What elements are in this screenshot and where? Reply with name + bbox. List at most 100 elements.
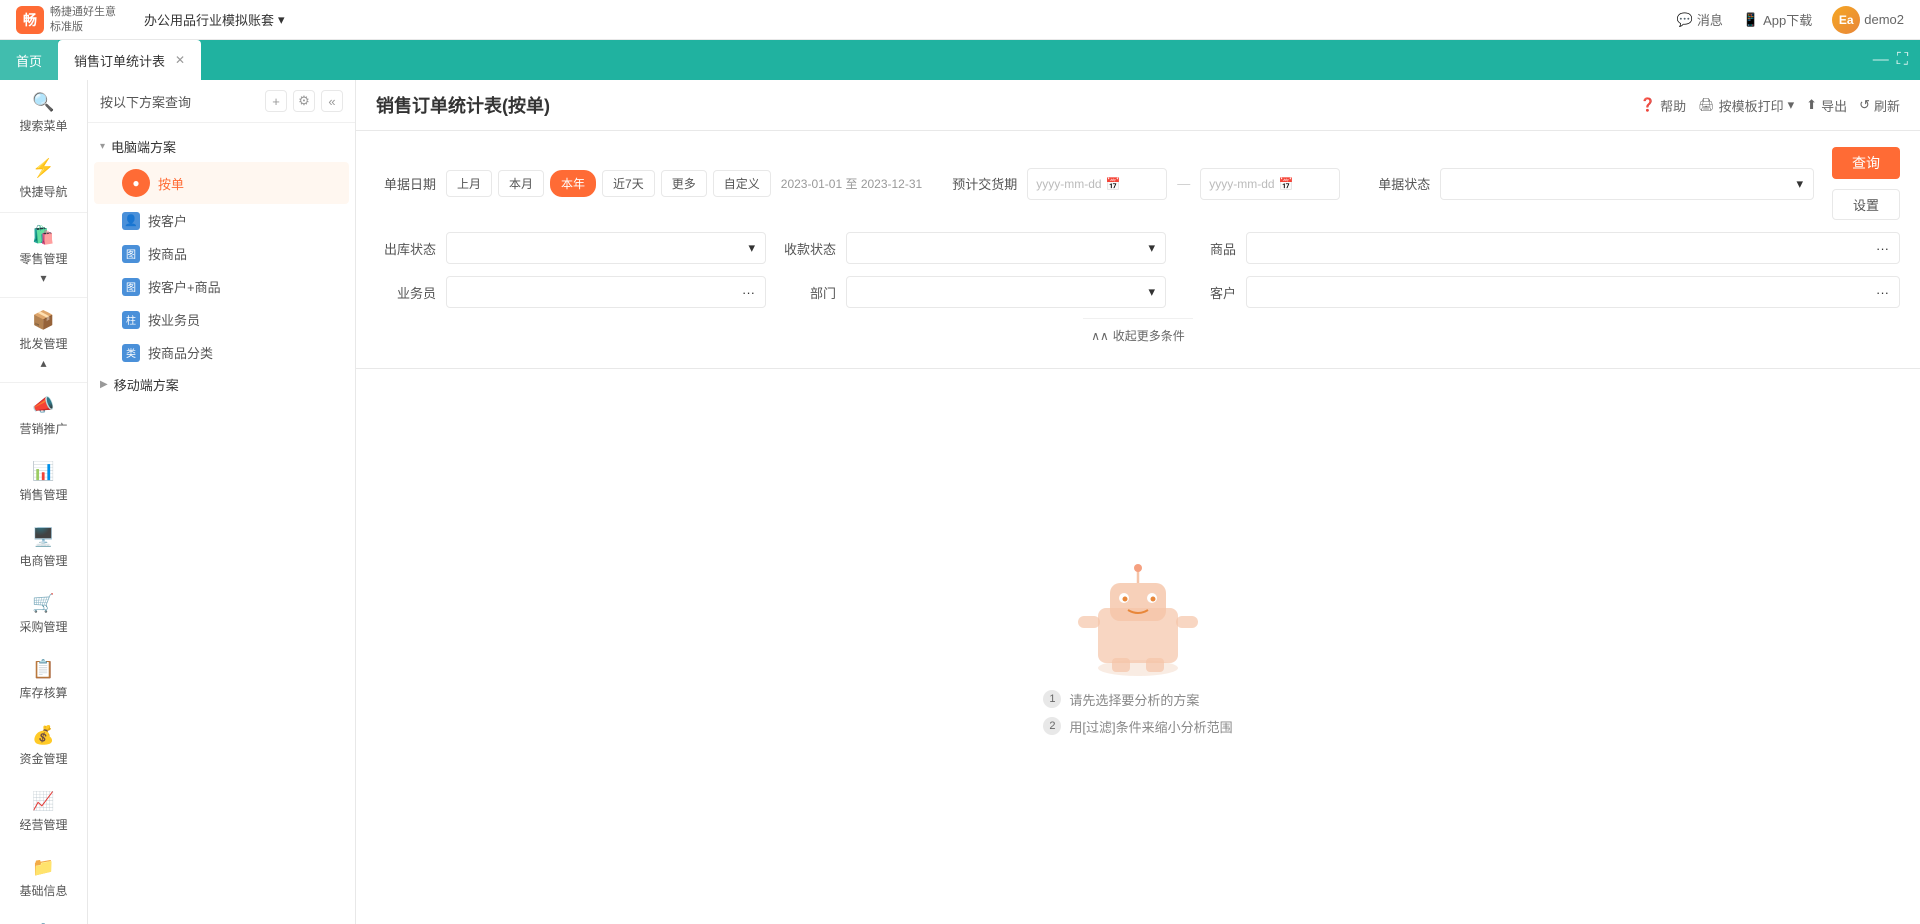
scheme-group-mobile: ▶ 移动端方案 <box>88 369 355 400</box>
by-order-active-icon: ● <box>122 169 150 197</box>
payment-arrow-icon: ▾ <box>1148 240 1155 256</box>
maximize-icon[interactable]: ⛶ <box>1897 51 1908 69</box>
message-icon: 💬 <box>1677 12 1693 28</box>
customer-more-icon: ··· <box>1876 285 1889 300</box>
template-print-btn[interactable]: 🖨 按模板打印 ▾ <box>1698 96 1794 115</box>
sidebar-item-retail[interactable]: 🛍️ 零售管理 ▾ <box>0 213 87 297</box>
minimize-icon[interactable]: — <box>1873 51 1889 69</box>
collapse-more-btn[interactable]: ∧∧ 收起更多条件 <box>1083 318 1193 352</box>
salesperson-more-icon: ··· <box>742 285 755 300</box>
sidebar-item-quicknav[interactable]: ⚡ 快捷导航 <box>0 146 87 212</box>
sidebar-item-inventory[interactable]: 📋 库存核算 <box>0 647 87 713</box>
date-btn-last-month[interactable]: 上月 <box>446 170 492 197</box>
help-btn[interactable]: ❓ 帮助 <box>1640 96 1686 115</box>
customer-select[interactable]: ··· <box>1246 276 1900 308</box>
date-btn-custom[interactable]: 自定义 <box>713 170 771 197</box>
sidebar-item-ecommerce[interactable]: 🖥️ 电商管理 <box>0 515 87 581</box>
refresh-icon: ↺ <box>1859 97 1870 113</box>
date-btn-group: 上月 本月 本年 近7天 更多 自定义 <box>446 170 771 197</box>
date-btn-more[interactable]: 更多 <box>661 170 707 197</box>
collapse-panel-btn[interactable]: « <box>321 90 343 112</box>
account-selector[interactable]: 办公用品行业模拟账套 ▾ <box>144 10 285 29</box>
date-end-input[interactable]: yyyy-mm-dd 📅 <box>1200 168 1340 200</box>
by-customer-icon: 👤 <box>122 212 140 230</box>
by-salesperson-label: 按业务员 <box>148 310 200 329</box>
single-status-label: 单据状态 <box>1370 174 1430 193</box>
date-start-input[interactable]: yyyy-mm-dd 📅 <box>1027 168 1167 200</box>
sidebar-item-system[interactable]: ⚙️ 系统管理 <box>0 911 87 924</box>
single-status-select[interactable]: ▾ <box>1440 168 1814 200</box>
settings-icon: ⚙ <box>298 93 310 109</box>
settings-scheme-btn[interactable]: ⚙ <box>293 90 315 112</box>
customer-label: 客户 <box>1176 283 1236 302</box>
empty-illustration <box>1068 558 1208 678</box>
payment-status-select[interactable]: ▾ <box>846 232 1166 264</box>
wholesale-arrow-icon: ▴ <box>40 356 46 370</box>
add-scheme-btn[interactable]: + <box>265 90 287 112</box>
sidebar-section-retail: 🛍️ 零售管理 ▾ <box>0 213 87 298</box>
tab-bar: 首页 销售订单统计表 ✕ — ⛶ <box>0 40 1920 80</box>
sales-icon: 📊 <box>32 461 54 482</box>
empty-state: 1 请先选择要分析的方案 2 用[过滤]条件来缩小分析范围 <box>356 369 1920 924</box>
app-icon: 📱 <box>1743 12 1759 28</box>
scheme-item-by-category[interactable]: 类 按商品分类 <box>94 336 349 369</box>
sidebar-item-operation[interactable]: 📈 经营管理 <box>0 779 87 845</box>
tab-sales-stat[interactable]: 销售订单统计表 ✕ <box>58 40 201 80</box>
date-btn-this-year[interactable]: 本年 <box>550 170 596 197</box>
export-btn[interactable]: ⬆ 导出 <box>1806 96 1847 115</box>
operation-icon: 📈 <box>32 791 54 812</box>
goods-select[interactable]: ··· <box>1246 232 1900 264</box>
sidebar-item-marketing[interactable]: 📣 营销推广 <box>0 383 87 449</box>
help-icon: ❓ <box>1640 97 1656 113</box>
sidebar-item-finance[interactable]: 💰 资金管理 <box>0 713 87 779</box>
sidebar-item-search[interactable]: 🔍 搜索菜单 <box>0 80 87 146</box>
home-tab-label: 首页 <box>16 51 42 70</box>
message-btn[interactable]: 💬 消息 <box>1677 10 1723 29</box>
scheme-item-by-order[interactable]: ● 按单 <box>94 162 349 204</box>
scheme-item-by-salesperson[interactable]: 柱 按业务员 <box>94 303 349 336</box>
sidebar-item-purchase[interactable]: 🛒 采购管理 <box>0 581 87 647</box>
department-select[interactable]: ▾ <box>846 276 1166 308</box>
tab-close-icon[interactable]: ✕ <box>175 53 185 67</box>
scheme-item-by-goods[interactable]: 图 按商品 <box>94 237 349 270</box>
sidebar-item-basicinfo[interactable]: 📁 基础信息 <box>0 845 87 911</box>
refresh-btn[interactable]: ↺ 刷新 <box>1859 96 1900 115</box>
salesperson-select[interactable]: ··· <box>446 276 766 308</box>
pc-group-label: 电脑端方案 <box>111 137 176 156</box>
export-icon: ⬆ <box>1806 97 1817 113</box>
tab-home[interactable]: 首页 <box>0 40 58 80</box>
payment-status-label: 收款状态 <box>776 239 836 258</box>
sidebar-item-sales[interactable]: 📊 销售管理 <box>0 449 87 515</box>
by-category-label: 按商品分类 <box>148 343 213 362</box>
settings-button[interactable]: 设置 <box>1832 189 1900 220</box>
scheme-item-by-customer[interactable]: 👤 按客户 <box>94 204 349 237</box>
date-range-text: 2023-01-01 至 2023-12-31 <box>781 175 922 192</box>
page-header: 销售订单统计表(按单) ❓ 帮助 🖨 按模板打印 ▾ ⬆ 导出 <box>356 80 1920 131</box>
query-button[interactable]: 查询 <box>1832 147 1900 179</box>
scheme-item-by-customer-goods[interactable]: 图 按客户+商品 <box>94 270 349 303</box>
scheme-group-mobile-header[interactable]: ▶ 移动端方案 <box>88 369 355 400</box>
sidebar-item-wholesale[interactable]: 📦 批发管理 ▴ <box>0 298 87 382</box>
pc-group-arrow-icon: ▾ <box>100 141 105 152</box>
left-panel-actions: + ⚙ « <box>265 90 343 112</box>
user-avatar-area[interactable]: Ea demo2 <box>1832 6 1904 34</box>
sidebar-section-top: 🔍 搜索菜单 ⚡ 快捷导航 <box>0 80 87 213</box>
goods-label: 商品 <box>1176 239 1236 258</box>
app-download-btn[interactable]: 📱 App下载 <box>1743 10 1812 29</box>
department-label: 部门 <box>776 283 836 302</box>
ecommerce-icon: 🖥️ <box>32 527 54 548</box>
mobile-group-arrow-icon: ▶ <box>100 379 108 390</box>
by-category-icon: 类 <box>122 344 140 362</box>
left-panel-header: 按以下方案查询 + ⚙ « <box>88 80 355 123</box>
print-icon: 🖨 <box>1698 97 1715 113</box>
left-panel: 按以下方案查询 + ⚙ « ▾ <box>88 80 356 924</box>
date-btn-7days[interactable]: 近7天 <box>602 170 655 197</box>
print-arrow-icon: ▾ <box>1788 97 1795 113</box>
delivery-status-select[interactable]: ▾ <box>446 232 766 264</box>
goods-more-icon: ··· <box>1876 241 1889 256</box>
dropdown-arrow-icon: ▾ <box>278 12 285 28</box>
date-btn-this-month[interactable]: 本月 <box>498 170 544 197</box>
page-title: 销售订单统计表(按单) <box>376 92 550 118</box>
scheme-list: ▾ 电脑端方案 ● 按单 👤 按客户 图 <box>88 123 355 408</box>
scheme-group-pc-header[interactable]: ▾ 电脑端方案 <box>88 131 355 162</box>
